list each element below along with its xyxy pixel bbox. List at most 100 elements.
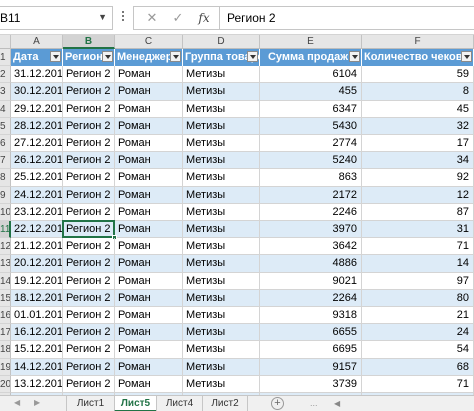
row-header-16[interactable]: 16 [0, 307, 11, 325]
table-cell-checks[interactable]: 59 [362, 66, 474, 84]
column-header-a[interactable]: A [11, 35, 63, 49]
table-cell-checks[interactable]: 12 [362, 186, 474, 204]
table-cell-manager[interactable]: Роман [115, 169, 183, 187]
table-cell-checks[interactable]: 71 [362, 375, 474, 393]
table-cell-group[interactable]: Метизы [183, 238, 260, 256]
table-cell-region[interactable]: Регион 2 [63, 83, 115, 101]
table-cell-checks[interactable]: 54 [362, 341, 474, 359]
table-cell-checks[interactable]: 97 [362, 272, 474, 290]
table-cell-date[interactable]: 27.12.2016 [11, 135, 63, 153]
row-header-4[interactable]: 4 [0, 100, 11, 118]
row-header-13[interactable]: 13 [0, 255, 11, 273]
table-cell-sales[interactable]: 863 [260, 169, 362, 187]
table-cell-date[interactable]: 16.12.2016 [11, 324, 63, 342]
row-header-5[interactable]: 5 [0, 117, 11, 135]
table-cell-checks[interactable]: 17 [362, 135, 474, 153]
column-header-f[interactable]: F [362, 35, 474, 49]
table-cell-sales[interactable]: 9318 [260, 307, 362, 325]
table-cell-region[interactable]: Регион 2 [63, 135, 115, 153]
table-cell-sales[interactable]: 2264 [260, 289, 362, 307]
table-cell-group[interactable]: Метизы [183, 203, 260, 221]
table-header-group[interactable]: Группа товаров [183, 49, 260, 67]
row-header-3[interactable]: 3 [0, 83, 11, 101]
table-header-region[interactable]: Регион [63, 49, 115, 67]
table-cell-sales[interactable]: 9021 [260, 272, 362, 290]
table-cell-date[interactable]: 20.12.2016 [11, 255, 63, 273]
table-cell-manager[interactable]: Роман [115, 272, 183, 290]
table-cell-checks[interactable]: 92 [362, 169, 474, 187]
table-cell-checks[interactable]: 21 [362, 307, 474, 325]
table-cell-checks[interactable]: 14 [362, 255, 474, 273]
table-cell-sales[interactable]: 6104 [260, 66, 362, 84]
table-cell-sales[interactable]: 455 [260, 83, 362, 101]
table-cell-region[interactable]: Регион 2 [63, 100, 115, 118]
table-cell-region[interactable]: Регион 2 [63, 272, 115, 290]
row-header-9[interactable]: 9 [0, 186, 11, 204]
table-cell-date[interactable]: 28.12.2016 [11, 117, 63, 135]
table-cell-sales[interactable]: 6655 [260, 324, 362, 342]
table-cell-date[interactable]: 22.12.2016 [11, 221, 63, 239]
table-cell-region[interactable]: Регион 2 [63, 169, 115, 187]
tab-scroll-left-icon[interactable]: ◀ [14, 398, 20, 407]
table-cell-manager[interactable]: Роман [115, 221, 183, 239]
table-cell-group[interactable]: Метизы [183, 289, 260, 307]
table-header-sales[interactable]: Сумма продаж [260, 49, 362, 67]
table-cell-group[interactable]: Метизы [183, 341, 260, 359]
row-header-8[interactable]: 8 [0, 169, 11, 187]
table-cell-manager[interactable]: Роман [115, 255, 183, 273]
table-cell-manager[interactable]: Роман [115, 375, 183, 393]
table-cell-date[interactable]: 18.12.2016 [11, 289, 63, 307]
table-cell-group[interactable]: Метизы [183, 307, 260, 325]
table-cell-group[interactable]: Метизы [183, 66, 260, 84]
formula-input[interactable]: Регион 2 [219, 6, 474, 30]
table-cell-region[interactable]: Регион 2 [63, 238, 115, 256]
table-cell-manager[interactable]: Роман [115, 117, 183, 135]
table-cell-region[interactable]: Регион 2 [63, 66, 115, 84]
row-header-17[interactable]: 17 [0, 324, 11, 342]
table-cell-manager[interactable]: Роман [115, 341, 183, 359]
table-cell-sales[interactable]: 6695 [260, 341, 362, 359]
table-cell-manager[interactable]: Роман [115, 152, 183, 170]
row-header-20[interactable]: 20 [0, 375, 11, 393]
table-cell-sales[interactable]: 2246 [260, 203, 362, 221]
table-cell-group[interactable]: Метизы [183, 221, 260, 239]
table-cell-group[interactable]: Метизы [183, 83, 260, 101]
table-cell-region[interactable]: Регион 2 [63, 186, 115, 204]
table-cell-manager[interactable]: Роман [115, 186, 183, 204]
chevron-down-icon[interactable]: ▼ [98, 12, 107, 22]
table-cell-manager[interactable]: Роман [115, 203, 183, 221]
check-icon[interactable]: ✓ [168, 9, 188, 27]
row-header-1[interactable]: 1 [0, 49, 11, 67]
table-cell-date[interactable]: 14.12.2016 [11, 358, 63, 376]
table-cell-checks[interactable]: 32 [362, 117, 474, 135]
column-header-e[interactable]: E [260, 35, 362, 49]
table-cell-date[interactable]: 15.12.2016 [11, 341, 63, 359]
table-cell-region[interactable]: Регион 2 [63, 203, 115, 221]
table-cell-checks[interactable]: 71 [362, 238, 474, 256]
table-cell-date[interactable]: 23.12.2016 [11, 203, 63, 221]
tab-scroll-right-icon[interactable]: ▶ [34, 398, 40, 407]
row-header-10[interactable]: 10 [0, 203, 11, 221]
name-box[interactable]: B11 ▼ [0, 6, 113, 30]
table-cell-group[interactable]: Метизы [183, 100, 260, 118]
table-cell-region[interactable]: Регион 2 [63, 375, 115, 393]
table-cell-sales[interactable]: 5240 [260, 152, 362, 170]
filter-dropdown-icon[interactable] [461, 51, 472, 62]
table-cell-group[interactable]: Метизы [183, 117, 260, 135]
table-cell-checks[interactable]: 8 [362, 83, 474, 101]
table-cell-sales[interactable]: 2172 [260, 186, 362, 204]
table-cell-manager[interactable]: Роман [115, 358, 183, 376]
table-cell-date[interactable]: 26.12.2016 [11, 152, 63, 170]
table-cell-sales[interactable]: 5430 [260, 117, 362, 135]
table-cell-date[interactable]: 29.12.2016 [11, 100, 63, 118]
table-cell-manager[interactable]: Роман [115, 307, 183, 325]
drag-handle-icon[interactable] [120, 11, 126, 25]
table-cell-group[interactable]: Метизы [183, 324, 260, 342]
row-header-2[interactable]: 2 [0, 66, 11, 84]
table-cell-sales[interactable]: 3970 [260, 221, 362, 239]
table-cell-checks[interactable]: 68 [362, 358, 474, 376]
table-header-manager[interactable]: Менеджер [115, 49, 183, 67]
table-cell-checks[interactable]: 80 [362, 289, 474, 307]
table-cell-sales[interactable]: 2774 [260, 135, 362, 153]
table-header-checks[interactable]: Количество чеков [362, 49, 474, 67]
